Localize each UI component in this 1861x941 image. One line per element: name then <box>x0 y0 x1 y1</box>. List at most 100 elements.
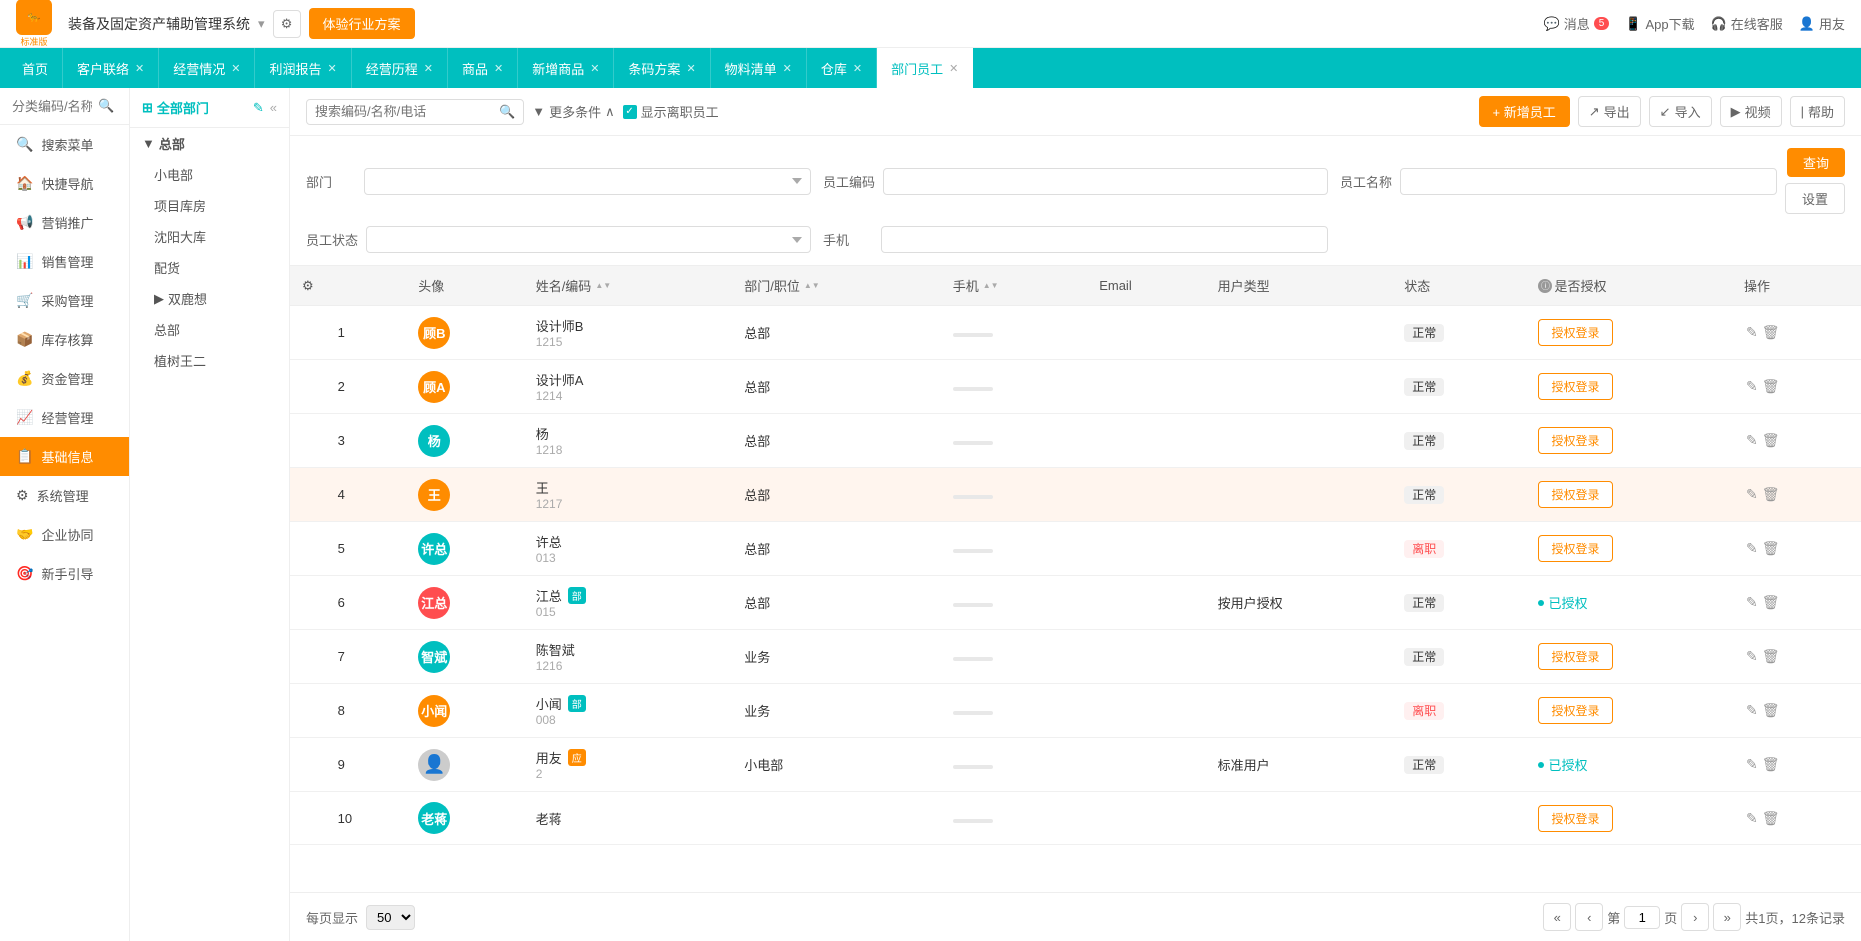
tab-goods-close[interactable]: ✕ <box>494 62 503 75</box>
tab-goods[interactable]: 商品 ✕ <box>448 48 518 88</box>
sidebar-item-basic-info[interactable]: 📋 基础信息 <box>0 437 129 476</box>
delete-button[interactable]: 🗑 <box>1760 322 1782 343</box>
auth-login-button[interactable]: 授权登录 <box>1538 643 1612 670</box>
tab-operations[interactable]: 经营情况 ✕ <box>159 48 255 88</box>
dept-tree-item-headquarter[interactable]: ▼ 总部 <box>130 128 289 159</box>
dept-collapse-icon[interactable]: « <box>270 100 277 116</box>
sidebar-item-business[interactable]: 📈 经营管理 <box>0 398 129 437</box>
gear-button[interactable]: ⚙ <box>273 10 301 38</box>
tab-barcode[interactable]: 条码方案 ✕ <box>614 48 710 88</box>
sidebar-item-collab[interactable]: 🤝 企业协同 <box>0 515 129 554</box>
import-button[interactable]: ↙ 导入 <box>1649 96 1712 127</box>
tab-customer-close[interactable]: ✕ <box>135 62 144 75</box>
th-phone[interactable]: 手机 ▲▼ <box>941 266 1087 306</box>
online-service-item[interactable]: 🎧 在线客服 <box>1711 14 1783 33</box>
auth-login-button[interactable]: 授权登录 <box>1538 319 1612 346</box>
tab-home[interactable]: 首页 <box>8 48 63 88</box>
edit-button[interactable]: ✎ <box>1744 646 1760 667</box>
edit-button[interactable]: ✎ <box>1744 538 1760 559</box>
show-resigned-toggle[interactable]: ✓ 显示离职员工 <box>623 102 719 121</box>
filter-phone-input[interactable] <box>881 226 1328 253</box>
auth-login-button[interactable]: 授权登录 <box>1538 697 1612 724</box>
dept-tree-item-distribution[interactable]: 配货 <box>130 252 289 283</box>
sidebar-item-finance[interactable]: 💰 资金管理 <box>0 359 129 398</box>
dept-edit-icon[interactable]: ✎ <box>253 100 264 116</box>
edit-button[interactable]: ✎ <box>1744 592 1760 613</box>
trial-button[interactable]: 体验行业方案 <box>309 8 415 39</box>
tab-add-goods-close[interactable]: ✕ <box>590 62 599 75</box>
delete-button[interactable]: 🗑 <box>1760 430 1782 451</box>
page-size-select[interactable]: 50 <box>366 905 415 930</box>
filter-empcode-input[interactable] <box>883 168 1328 195</box>
delete-button[interactable]: 🗑 <box>1760 538 1782 559</box>
edit-button[interactable]: ✎ <box>1744 484 1760 505</box>
tab-dept-staff[interactable]: 部门员工 ✕ <box>877 48 973 88</box>
th-dept[interactable]: 部门/职位 ▲▼ <box>732 266 941 306</box>
phone-sort-icon[interactable]: ▲▼ <box>983 281 999 290</box>
help-button[interactable]: | 帮助 <box>1790 96 1845 127</box>
sidebar-item-search-menu[interactable]: 🔍 搜索菜单 <box>0 125 129 164</box>
dept-sort-icon[interactable]: ▲▼ <box>804 281 820 290</box>
sidebar-item-inventory[interactable]: 📦 库存核算 <box>0 320 129 359</box>
dept-tree-item-shenyang[interactable]: 沈阳大库 <box>130 221 289 252</box>
sidebar-item-marketing[interactable]: 📢 营销推广 <box>0 203 129 242</box>
next-page-btn[interactable]: › <box>1681 903 1709 931</box>
prev-page-btn[interactable]: ‹ <box>1575 903 1603 931</box>
filter-empname-input[interactable] <box>1400 168 1777 195</box>
sidebar-search-input[interactable] <box>12 99 92 114</box>
sidebar-item-guide[interactable]: 🎯 新手引导 <box>0 554 129 593</box>
tab-customer[interactable]: 客户联络 ✕ <box>63 48 159 88</box>
first-page-btn[interactable]: « <box>1543 903 1571 931</box>
filter-dept-select[interactable] <box>364 168 811 195</box>
edit-button[interactable]: ✎ <box>1744 808 1760 829</box>
sidebar-item-system[interactable]: ⚙ 系统管理 <box>0 476 129 515</box>
search-icon[interactable]: 🔍 <box>499 104 515 120</box>
auth-login-button[interactable]: 授权登录 <box>1538 373 1612 400</box>
tab-warehouse-close[interactable]: ✕ <box>853 62 862 75</box>
search-input[interactable] <box>315 104 495 119</box>
tab-operations-close[interactable]: ✕ <box>231 62 240 75</box>
last-page-btn[interactable]: » <box>1713 903 1741 931</box>
add-employee-button[interactable]: + 新增员工 <box>1479 96 1570 127</box>
settings-button[interactable]: 设置 <box>1785 183 1845 214</box>
delete-button[interactable]: 🗑 <box>1760 646 1782 667</box>
auth-login-button[interactable]: 授权登录 <box>1538 427 1612 454</box>
delete-button[interactable]: 🗑 <box>1760 808 1782 829</box>
tab-warehouse[interactable]: 仓库 ✕ <box>807 48 877 88</box>
edit-button[interactable]: ✎ <box>1744 322 1760 343</box>
delete-button[interactable]: 🗑 <box>1760 700 1782 721</box>
edit-button[interactable]: ✎ <box>1744 700 1760 721</box>
delete-button[interactable]: 🗑 <box>1760 754 1782 775</box>
tab-barcode-close[interactable]: ✕ <box>686 62 695 75</box>
edit-button[interactable]: ✎ <box>1744 376 1760 397</box>
auth-login-button[interactable]: 授权登录 <box>1538 805 1612 832</box>
th-settings[interactable]: ⚙ <box>290 266 326 306</box>
dept-tree-item-zongbu[interactable]: 总部 <box>130 314 289 345</box>
name-sort-icon[interactable]: ▲▼ <box>595 281 611 290</box>
tab-profit[interactable]: 利润报告 ✕ <box>255 48 351 88</box>
delete-button[interactable]: 🗑 <box>1760 484 1782 505</box>
app-download-item[interactable]: 📱 App下载 <box>1625 14 1694 33</box>
dept-tree-item-xiaodian[interactable]: 小电部 <box>130 159 289 190</box>
edit-button[interactable]: ✎ <box>1744 430 1760 451</box>
auth-login-button[interactable]: 授权登录 <box>1538 535 1612 562</box>
show-resigned-checkbox[interactable]: ✓ <box>623 105 637 119</box>
auth-login-button[interactable]: 授权登录 <box>1538 481 1612 508</box>
user-item[interactable]: 👤 用友 <box>1799 14 1845 33</box>
export-button[interactable]: ↗ 导出 <box>1578 96 1641 127</box>
search-button[interactable]: 查询 <box>1787 148 1845 177</box>
sidebar-item-sales[interactable]: 📊 销售管理 <box>0 242 129 281</box>
authorized-info-icon[interactable]: ⓘ <box>1538 279 1552 293</box>
tab-add-goods[interactable]: 新增商品 ✕ <box>518 48 614 88</box>
edit-button[interactable]: ✎ <box>1744 754 1760 775</box>
delete-button[interactable]: 🗑 <box>1760 592 1782 613</box>
tab-dept-staff-close[interactable]: ✕ <box>949 62 958 75</box>
delete-button[interactable]: 🗑 <box>1760 376 1782 397</box>
dept-tree-item-plant[interactable]: 植树王二 <box>130 345 289 376</box>
tab-history-close[interactable]: ✕ <box>424 62 433 75</box>
dept-tree-item-project[interactable]: 项目库房 <box>130 190 289 221</box>
th-name[interactable]: 姓名/编码 ▲▼ <box>524 266 733 306</box>
tab-bom[interactable]: 物料清单 ✕ <box>711 48 807 88</box>
filter-status-select[interactable] <box>366 226 811 253</box>
tab-history[interactable]: 经营历程 ✕ <box>352 48 448 88</box>
